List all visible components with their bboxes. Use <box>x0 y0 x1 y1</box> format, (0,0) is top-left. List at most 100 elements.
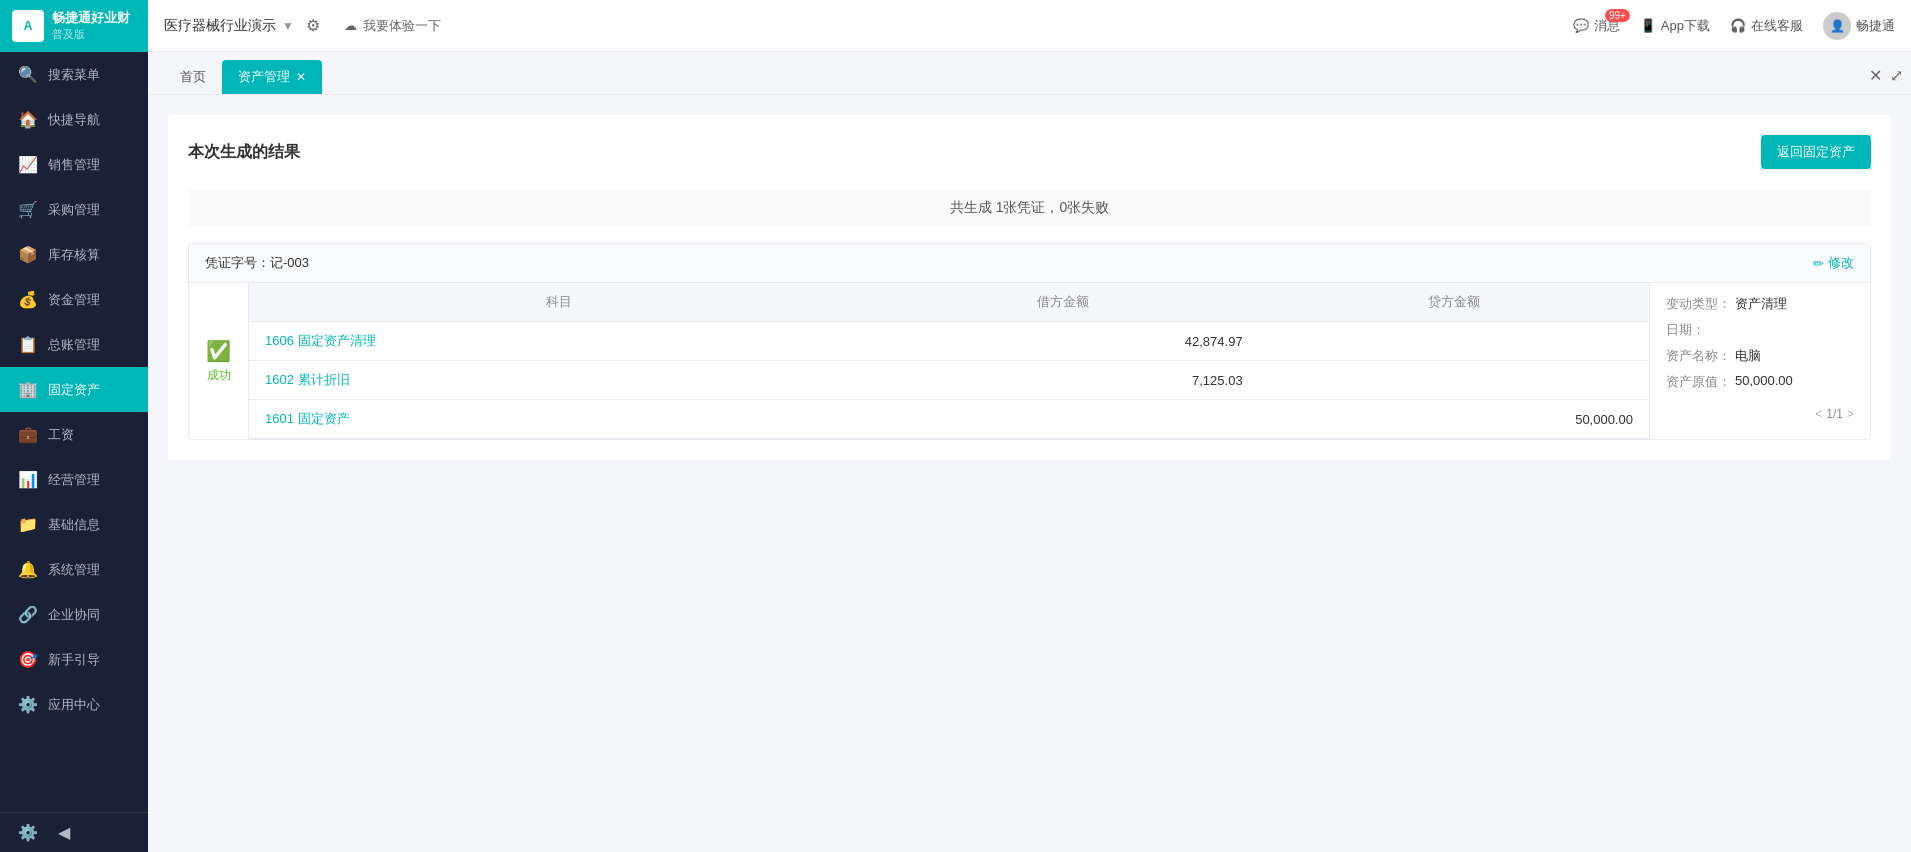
edit-label: 修改 <box>1828 254 1854 272</box>
user-label: 畅捷通 <box>1856 17 1895 35</box>
sidebar-item-guide[interactable]: 🎯 新手引导 <box>0 637 148 682</box>
table-row: 1601 固定资产 50,000.00 <box>249 400 1649 439</box>
settings-icon[interactable]: ⚙ <box>306 16 320 35</box>
result-summary: 共生成 1张凭证，0张失败 <box>188 189 1871 227</box>
app-edition: 普及版 <box>52 27 130 42</box>
company-name: 医疗器械行业演示 <box>164 17 276 35</box>
sidebar-item-inventory[interactable]: 📦 库存核算 <box>0 232 148 277</box>
date-row: 日期： <box>1666 321 1854 339</box>
sidebar-item-basic-info[interactable]: 📁 基础信息 <box>0 502 148 547</box>
sidebar-item-label: 搜索菜单 <box>48 66 100 84</box>
cloud-icon: ☁ <box>344 18 357 33</box>
success-indicator: ✅ 成功 <box>189 283 249 439</box>
user-menu[interactable]: 👤 畅捷通 <box>1823 12 1895 40</box>
sidebar-item-label: 经营管理 <box>48 471 100 489</box>
tab-home[interactable]: 首页 <box>164 60 222 94</box>
asset-name-row: 资产名称： 电脑 <box>1666 347 1854 365</box>
sidebar-item-label: 系统管理 <box>48 561 100 579</box>
return-button[interactable]: 返回固定资产 <box>1761 135 1871 169</box>
operation-icon: 📊 <box>18 470 38 489</box>
settings-bottom-icon[interactable]: ⚙️ <box>18 823 38 842</box>
debit-cell <box>868 400 1258 439</box>
main-area: 医疗器械行业演示 ▼ ⚙ ☁ 我要体验一下 💬 消息 99+ 📱 App下载 🎧… <box>148 0 1911 852</box>
chevron-down-icon: ▼ <box>282 19 294 33</box>
page-indicator: 1/1 <box>1826 407 1843 421</box>
enterprise-icon: 🔗 <box>18 605 38 624</box>
page-title: 本次生成的结果 <box>188 142 300 163</box>
col-header-subject: 科目 <box>249 283 868 322</box>
original-value-row: 资产原值： 50,000.00 <box>1666 373 1854 391</box>
sidebar-item-fund[interactable]: 💰 资金管理 <box>0 277 148 322</box>
asset-name-label: 资产名称： <box>1666 347 1731 365</box>
sidebar-item-label: 快捷导航 <box>48 111 100 129</box>
side-info-panel: 变动类型： 资产清理 日期： 资产名称： 电脑 资产原值： <box>1650 283 1870 439</box>
sidebar-item-search[interactable]: 🔍 搜索菜单 <box>0 52 148 97</box>
sidebar-bottom: ⚙️ ◀ <box>0 812 148 852</box>
sidebar-item-app-center[interactable]: ⚙️ 应用中心 <box>0 682 148 727</box>
sidebar-item-sales[interactable]: 📈 销售管理 <box>0 142 148 187</box>
tab-close-icon[interactable]: ✕ <box>296 70 306 84</box>
fixed-assets-icon: 🏢 <box>18 380 38 399</box>
logo-icon: A <box>12 10 44 42</box>
sidebar-item-fixed-assets[interactable]: 🏢 固定资产 <box>0 367 148 412</box>
tab-active-label: 资产管理 <box>238 68 290 86</box>
voucher-header: 凭证字号：记-003 ✏ 修改 <box>189 244 1870 283</box>
trial-label: 我要体验一下 <box>363 17 441 35</box>
change-type-value: 资产清理 <box>1735 295 1787 313</box>
inventory-icon: 📦 <box>18 245 38 264</box>
sidebar-item-label: 采购管理 <box>48 201 100 219</box>
sidebar-item-label: 资金管理 <box>48 291 100 309</box>
original-value-label: 资产原值： <box>1666 373 1731 391</box>
ledger-icon: 📋 <box>18 335 38 354</box>
credit-cell <box>1259 361 1649 400</box>
content-area: 本次生成的结果 返回固定资产 共生成 1张凭证，0张失败 凭证字号：记-003 … <box>148 95 1911 852</box>
sidebar-item-operation[interactable]: 📊 经营管理 <box>0 457 148 502</box>
online-service-button[interactable]: 🎧 在线客服 <box>1730 17 1803 35</box>
sidebar-item-payroll[interactable]: 💼 工资 <box>0 412 148 457</box>
sidebar-item-quick-nav[interactable]: 🏠 快捷导航 <box>0 97 148 142</box>
table-row: 1602 累计折旧 7,125.03 <box>249 361 1649 400</box>
sidebar-item-label: 企业协同 <box>48 606 100 624</box>
purchase-icon: 🛒 <box>18 200 38 219</box>
system-icon: 🔔 <box>18 560 38 579</box>
topbar-right: 💬 消息 99+ 📱 App下载 🎧 在线客服 👤 畅捷通 <box>1573 12 1895 40</box>
credit-cell <box>1259 322 1649 361</box>
sidebar-item-system[interactable]: 🔔 系统管理 <box>0 547 148 592</box>
sidebar: A 畅捷通好业财 普及版 🔍 搜索菜单 🏠 快捷导航 📈 销售管理 🛒 采购管理… <box>0 0 148 852</box>
sales-icon: 📈 <box>18 155 38 174</box>
sidebar-item-label: 库存核算 <box>48 246 100 264</box>
app-download-button[interactable]: 📱 App下载 <box>1640 17 1710 35</box>
fund-icon: 💰 <box>18 290 38 309</box>
tab-asset-management[interactable]: 资产管理 ✕ <box>222 60 322 94</box>
download-icon: 📱 <box>1640 18 1656 33</box>
prev-page-button[interactable]: < <box>1815 407 1822 421</box>
edit-button[interactable]: ✏ 修改 <box>1813 254 1854 272</box>
message-icon: 💬 <box>1573 18 1589 33</box>
subject-cell: 1606 固定资产清理 <box>249 322 868 361</box>
sidebar-item-purchase[interactable]: 🛒 采购管理 <box>0 187 148 232</box>
collapse-icon[interactable]: ◀ <box>58 823 70 842</box>
message-badge: 99+ <box>1605 9 1630 22</box>
sidebar-item-enterprise[interactable]: 🔗 企业协同 <box>0 592 148 637</box>
change-type-row: 变动类型： 资产清理 <box>1666 295 1854 313</box>
credit-cell: 50,000.00 <box>1259 400 1649 439</box>
subject-cell: 1601 固定资产 <box>249 400 868 439</box>
sidebar-item-ledger[interactable]: 📋 总账管理 <box>0 322 148 367</box>
guide-icon: 🎯 <box>18 650 38 669</box>
voucher-table: 科目 借方金额 贷方金额 1606 固定资产清理 42,874.97 <box>249 283 1650 439</box>
trial-button[interactable]: ☁ 我要体验一下 <box>344 17 441 35</box>
company-selector[interactable]: 医疗器械行业演示 ▼ <box>164 17 294 35</box>
sidebar-item-label: 总账管理 <box>48 336 100 354</box>
debit-cell: 42,874.97 <box>868 322 1258 361</box>
success-label: 成功 <box>207 367 231 384</box>
edit-icon: ✏ <box>1813 256 1824 271</box>
sidebar-item-label: 基础信息 <box>48 516 100 534</box>
asset-name-value: 电脑 <box>1735 347 1761 365</box>
message-button[interactable]: 💬 消息 99+ <box>1573 17 1620 35</box>
next-page-button[interactable]: > <box>1847 407 1854 421</box>
sidebar-item-label: 新手引导 <box>48 651 100 669</box>
topbar-left: 医疗器械行业演示 ▼ ⚙ ☁ 我要体验一下 <box>164 16 1573 35</box>
tabsbar: 首页 资产管理 ✕ <box>148 52 1911 95</box>
service-icon: 🎧 <box>1730 18 1746 33</box>
home-icon: 🏠 <box>18 110 38 129</box>
